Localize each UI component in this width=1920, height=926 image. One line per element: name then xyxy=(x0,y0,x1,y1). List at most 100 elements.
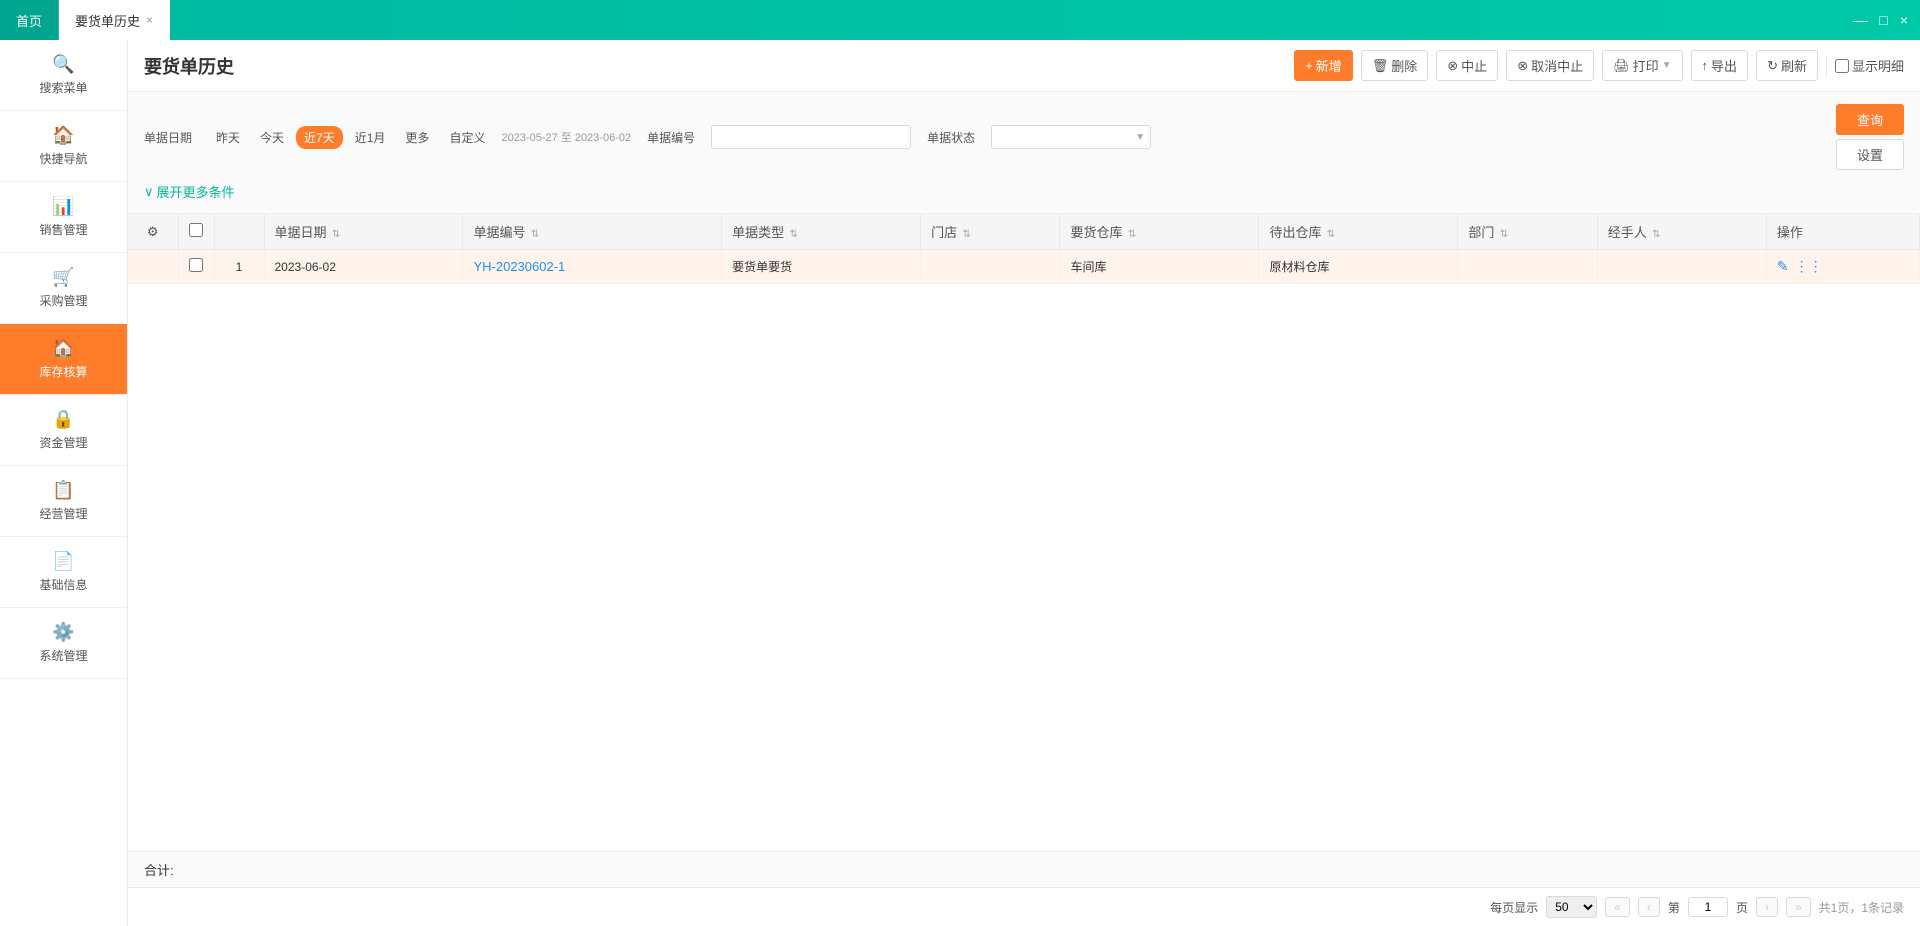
status-select[interactable] xyxy=(991,125,1151,149)
th-order-no[interactable]: 单据编号 ⇅ xyxy=(463,214,722,250)
td-store xyxy=(921,250,1060,284)
stop-button[interactable]: ⊗ 中止 xyxy=(1436,50,1498,81)
date-btn-last1month[interactable]: 近1月 xyxy=(347,126,394,149)
home-icon: 🏠 xyxy=(52,125,74,146)
main-layout: 🔍 搜索菜单 🏠 快捷导航 📊 销售管理 🛒 采购管理 🏠 库存核算 🔒 资金管… xyxy=(0,40,1920,926)
display-detail-checkbox[interactable] xyxy=(1835,59,1849,73)
th-handler-label: 经手人 xyxy=(1608,225,1647,240)
sidebar-item-system-label: 系统管理 xyxy=(39,647,87,664)
inventory-icon: 🏠 xyxy=(52,338,74,359)
th-req-warehouse[interactable]: 要货仓库 ⇅ xyxy=(1060,214,1259,250)
td-order-no[interactable]: YH-20230602-1 xyxy=(463,250,722,284)
sidebar-item-inventory-label: 库存核算 xyxy=(39,363,87,380)
date-btn-last7[interactable]: 近7天 xyxy=(296,126,343,149)
refresh-button[interactable]: ↻ 刷新 xyxy=(1756,50,1818,81)
th-handler[interactable]: 经手人 ⇅ xyxy=(1597,214,1766,250)
th-date[interactable]: 单据日期 ⇅ xyxy=(264,214,463,250)
order-no-label: 单据编号 xyxy=(647,129,695,146)
th-store[interactable]: 门店 ⇅ xyxy=(921,214,1060,250)
th-dept[interactable]: 部门 ⇅ xyxy=(1458,214,1597,250)
td-checkbox[interactable] xyxy=(178,250,214,284)
tab-home[interactable]: 首页 xyxy=(0,0,59,40)
th-num xyxy=(214,214,264,250)
filter-row-main: 单据日期 昨天 今天 近7天 近1月 更多 自定义 2023-05-27 至 2… xyxy=(144,104,1904,170)
minimize-btn[interactable]: — xyxy=(1853,12,1867,28)
td-pending-warehouse: 原材料仓库 xyxy=(1259,250,1458,284)
filter-actions: 查询 设置 xyxy=(1836,104,1904,170)
sidebar: 🔍 搜索菜单 🏠 快捷导航 📊 销售管理 🛒 采购管理 🏠 库存核算 🔒 资金管… xyxy=(0,40,128,926)
sidebar-item-quick-nav[interactable]: 🏠 快捷导航 xyxy=(0,111,127,182)
print-button[interactable]: 🖨 打印 ▼ xyxy=(1602,50,1682,81)
select-all-checkbox[interactable] xyxy=(189,223,203,237)
status-select-wrapper: ▼ xyxy=(991,125,1151,149)
th-order-type[interactable]: 单据类型 ⇅ xyxy=(722,214,921,250)
add-button[interactable]: + 新增 xyxy=(1294,50,1353,81)
page-input[interactable] xyxy=(1688,897,1728,917)
expand-more-btn[interactable]: ∨ 展开更多条件 xyxy=(144,178,1904,209)
order-no-link[interactable]: YH-20230602-1 xyxy=(473,259,565,274)
th-checkbox[interactable] xyxy=(178,214,214,250)
operations-icon: 📋 xyxy=(52,480,74,501)
row-checkbox[interactable] xyxy=(189,258,203,272)
date-btn-more[interactable]: 更多 xyxy=(397,126,437,149)
cancel-stop-icon: ⊗ xyxy=(1517,58,1528,74)
sidebar-item-sales[interactable]: 📊 销售管理 xyxy=(0,182,127,253)
sidebar-item-system[interactable]: ⚙️ 系统管理 xyxy=(0,608,127,679)
per-page-select[interactable]: 50 10 20 100 xyxy=(1546,896,1597,918)
toolbar: + 新增 🗑 删除 ⊗ 中止 ⊗ 取消中止 🖨 打印 xyxy=(1294,50,1904,81)
date-btn-yesterday[interactable]: 昨天 xyxy=(208,126,248,149)
finance-icon: 🔒 xyxy=(52,409,74,430)
tab-home-label: 首页 xyxy=(16,11,42,30)
close-btn[interactable]: × xyxy=(1900,12,1908,28)
table-body: 1 2023-06-02 YH-20230602-1 要货单要货 车间库 原材料… xyxy=(128,250,1920,284)
tab-close-icon[interactable]: × xyxy=(146,13,153,27)
maximize-btn[interactable]: □ xyxy=(1879,12,1887,28)
tab-order-history[interactable]: 要货单历史 × xyxy=(59,0,170,40)
query-button[interactable]: 查询 xyxy=(1836,104,1904,135)
order-no-input[interactable] xyxy=(711,125,911,149)
td-settings xyxy=(128,250,178,284)
system-icon: ⚙️ xyxy=(52,622,74,643)
sidebar-item-search[interactable]: 🔍 搜索菜单 xyxy=(0,40,127,111)
filter-settings-button[interactable]: 设置 xyxy=(1836,139,1904,170)
refresh-icon: ↻ xyxy=(1767,58,1778,74)
date-btn-today[interactable]: 今天 xyxy=(252,126,292,149)
sidebar-item-quick-nav-label: 快捷导航 xyxy=(39,150,87,167)
sidebar-item-finance[interactable]: 🔒 资金管理 xyxy=(0,395,127,466)
top-bar: 首页 要货单历史 × — □ × xyxy=(0,0,1920,40)
op-edit-icon[interactable]: ✎ xyxy=(1777,258,1789,275)
td-num: 1 xyxy=(214,250,264,284)
delete-label: 删除 xyxy=(1391,56,1417,75)
pagination: 每页显示 50 10 20 100 « ‹ 第 页 › » 共1页，1条记录 xyxy=(128,887,1920,926)
delete-button[interactable]: 🗑 删除 xyxy=(1361,50,1429,81)
sidebar-item-basic[interactable]: 📄 基础信息 xyxy=(0,537,127,608)
th-pending-warehouse[interactable]: 待出仓库 ⇅ xyxy=(1259,214,1458,250)
cancel-stop-label: 取消中止 xyxy=(1531,56,1583,75)
date-btn-custom[interactable]: 自定义 xyxy=(441,126,493,149)
th-settings[interactable]: ⚙ xyxy=(128,214,178,250)
cancel-stop-button[interactable]: ⊗ 取消中止 xyxy=(1506,50,1594,81)
first-page-btn[interactable]: « xyxy=(1605,897,1630,917)
th-pending-warehouse-label: 待出仓库 xyxy=(1269,225,1321,240)
purchase-icon: 🛒 xyxy=(52,267,74,288)
th-order-type-label: 单据类型 xyxy=(732,225,784,240)
page-title: 要货单历史 xyxy=(144,53,234,79)
op-more-icon[interactable]: ⋮⋮ xyxy=(1795,258,1823,275)
th-req-warehouse-label: 要货仓库 xyxy=(1070,225,1122,240)
sidebar-item-purchase[interactable]: 🛒 采购管理 xyxy=(0,253,127,324)
basic-icon: 📄 xyxy=(52,551,74,572)
sidebar-item-inventory[interactable]: 🏠 库存核算 xyxy=(0,324,127,395)
display-detail-toggle[interactable]: 显示明细 xyxy=(1835,56,1904,75)
next-page-btn[interactable]: › xyxy=(1756,897,1778,917)
page-unit-label: 页 xyxy=(1736,899,1748,916)
sidebar-item-search-label: 搜索菜单 xyxy=(39,79,87,96)
search-icon: 🔍 xyxy=(52,54,74,75)
date-range-display: 2023-05-27 至 2023-06-02 xyxy=(501,129,631,145)
export-button[interactable]: ↑ 导出 xyxy=(1691,50,1749,81)
add-label: 新增 xyxy=(1316,56,1342,75)
tab-order-history-label: 要货单历史 xyxy=(75,11,140,30)
last-page-btn[interactable]: » xyxy=(1786,897,1811,917)
per-page-label: 每页显示 xyxy=(1490,899,1538,916)
sidebar-item-operations[interactable]: 📋 经营管理 xyxy=(0,466,127,537)
prev-page-btn[interactable]: ‹ xyxy=(1638,897,1660,917)
